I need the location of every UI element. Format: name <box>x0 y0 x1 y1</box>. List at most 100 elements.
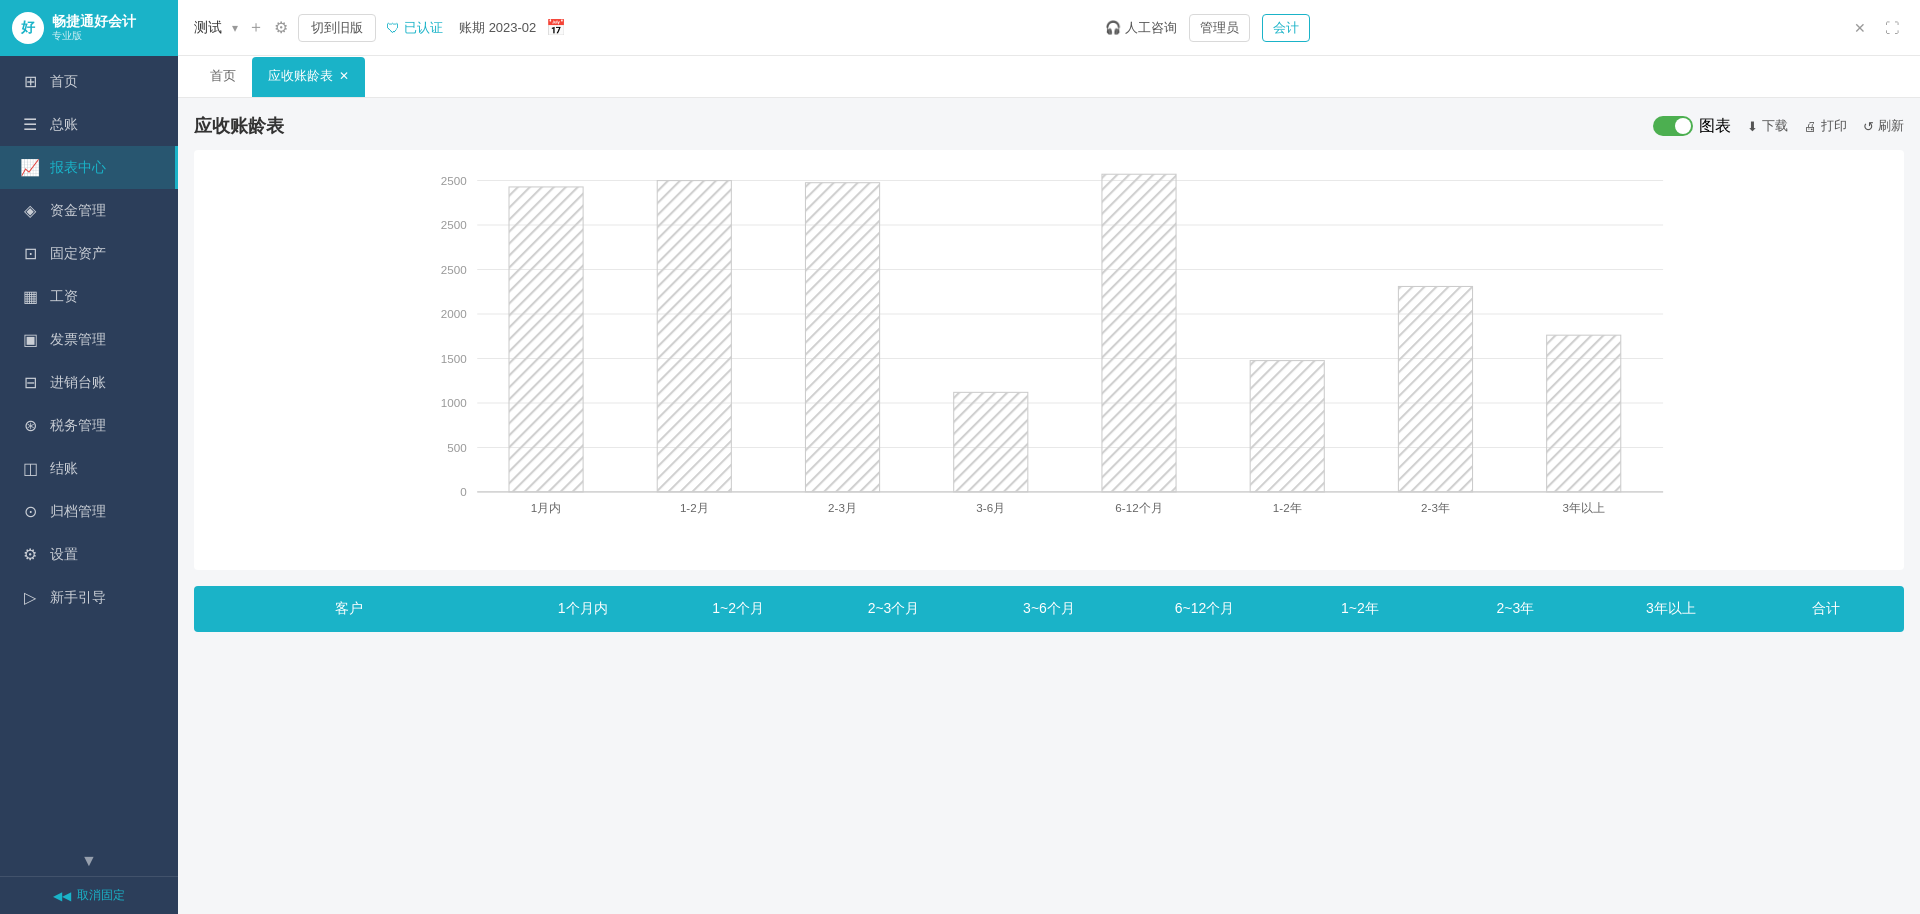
window-controls: ✕ ⛶ <box>1848 16 1904 40</box>
archive-icon: ⊙ <box>20 502 40 521</box>
table-container: 客户 1个月内 1~2个月 2~3个月 3~6个月 6~12个月 1~2年 2~… <box>194 586 1904 632</box>
page-header: 应收账龄表 图表 ⬇ 下载 🖨 打印 ↺ 刷新 <box>194 114 1904 138</box>
bar-2-3月 <box>805 183 879 492</box>
download-label: 下载 <box>1762 117 1788 135</box>
sidebar-item-report[interactable]: 📈 报表中心 <box>0 146 178 189</box>
pin-label: 取消固定 <box>77 887 125 904</box>
app-name: 畅捷通好会计 <box>52 13 136 30</box>
tab-bar: 首页 应收账龄表 ✕ <box>178 56 1920 98</box>
tab-home[interactable]: 首页 <box>194 57 252 97</box>
svg-text:2500: 2500 <box>441 263 467 276</box>
sidebar-nav: ⊞ 首页 ☰ 总账 📈 报表中心 ◈ 资金管理 ⊡ 固定资产 ▦ 工资 ▣ 发票… <box>0 56 178 846</box>
col-header-client: 客户 <box>194 586 505 632</box>
svg-text:1-2月: 1-2月 <box>680 501 709 514</box>
sidebar-item-invoice[interactable]: ▣ 发票管理 <box>0 318 178 361</box>
app-edition: 专业版 <box>52 29 136 43</box>
sidebar-label-funds: 资金管理 <box>50 202 106 220</box>
print-label: 打印 <box>1821 117 1847 135</box>
maximize-window-button[interactable]: ⛶ <box>1880 16 1904 40</box>
certified-badge: 🛡 已认证 <box>386 19 443 37</box>
consult-button[interactable]: 🎧 人工咨询 <box>1105 19 1177 37</box>
report-icon: 📈 <box>20 158 40 177</box>
svg-text:3年以上: 3年以上 <box>1562 501 1604 514</box>
col-header-3y-plus: 3年以上 <box>1593 586 1748 632</box>
tax-icon: ⊛ <box>20 416 40 435</box>
col-header-2-3y: 2~3年 <box>1438 586 1593 632</box>
chart-toggle-label: 图表 <box>1699 116 1731 137</box>
main-area: 测试 ▾ ＋ ⚙ 切到旧版 🛡 已认证 账期 2023-02 📅 🎧 人工咨询 … <box>178 0 1920 914</box>
settings-icon: ⚙ <box>20 545 40 564</box>
svg-text:2500: 2500 <box>441 218 467 231</box>
sidebar-label-assets: 固定资产 <box>50 245 106 263</box>
sidebar-item-funds[interactable]: ◈ 资金管理 <box>0 189 178 232</box>
svg-text:6-12个月: 6-12个月 <box>1115 501 1162 514</box>
svg-text:1500: 1500 <box>441 352 467 365</box>
svg-text:3-6月: 3-6月 <box>976 501 1005 514</box>
col-header-2-3m: 2~3个月 <box>816 586 971 632</box>
certified-text: 已认证 <box>404 19 443 37</box>
sales-icon: ⊟ <box>20 373 40 392</box>
svg-text:0: 0 <box>460 485 467 498</box>
sidebar-item-ledger[interactable]: ☰ 总账 <box>0 103 178 146</box>
bar-3年以上 <box>1547 335 1621 492</box>
headset-icon: 🎧 <box>1105 20 1121 35</box>
sidebar-label-home: 首页 <box>50 73 78 91</box>
shield-icon: 🛡 <box>386 20 400 36</box>
page-actions: 图表 ⬇ 下载 🖨 打印 ↺ 刷新 <box>1653 116 1904 137</box>
sidebar-item-assets[interactable]: ⊡ 固定资产 <box>0 232 178 275</box>
workspace-title: 测试 <box>194 19 222 37</box>
topbar: 测试 ▾ ＋ ⚙ 切到旧版 🛡 已认证 账期 2023-02 📅 🎧 人工咨询 … <box>178 0 1920 56</box>
print-icon: 🖨 <box>1804 119 1817 134</box>
tab-aging-label: 应收账龄表 <box>268 67 333 85</box>
bar-1月内 <box>509 187 583 492</box>
svg-text:2-3年: 2-3年 <box>1421 501 1450 514</box>
assets-icon: ⊡ <box>20 244 40 263</box>
add-workspace-icon[interactable]: ＋ <box>248 17 264 38</box>
close-window-button[interactable]: ✕ <box>1848 16 1872 40</box>
consult-label: 人工咨询 <box>1125 19 1177 37</box>
home-icon: ⊞ <box>20 72 40 91</box>
bar-chart: 2500 2500 2500 2000 1500 1000 500 0 1月内 <box>224 170 1874 530</box>
bar-2-3年 <box>1398 286 1472 491</box>
sidebar-label-sales: 进销台账 <box>50 374 106 392</box>
sidebar-item-home[interactable]: ⊞ 首页 <box>0 60 178 103</box>
switch-old-version-button[interactable]: 切到旧版 <box>298 14 376 42</box>
funds-icon: ◈ <box>20 201 40 220</box>
chart-toggle[interactable] <box>1653 116 1693 136</box>
col-header-6-12m: 6~12个月 <box>1127 586 1282 632</box>
scroll-down-btn[interactable]: ▼ <box>0 846 178 876</box>
role-button[interactable]: 会计 <box>1262 14 1310 42</box>
period-label: 账期 2023-02 <box>459 19 536 37</box>
sidebar-label-settings: 设置 <box>50 546 78 564</box>
tab-close-icon[interactable]: ✕ <box>339 69 349 83</box>
settings-gear-icon[interactable]: ⚙ <box>274 18 288 37</box>
sidebar-label-salary: 工资 <box>50 288 78 306</box>
print-button[interactable]: 🖨 打印 <box>1804 117 1847 135</box>
calendar-icon[interactable]: 📅 <box>546 18 566 37</box>
manager-button[interactable]: 管理员 <box>1189 14 1250 42</box>
sidebar-item-archive[interactable]: ⊙ 归档管理 <box>0 490 178 533</box>
workspace-chevron-icon[interactable]: ▾ <box>232 21 238 35</box>
tab-home-label: 首页 <box>210 68 236 83</box>
sidebar-item-guide[interactable]: ▷ 新手引导 <box>0 576 178 619</box>
sidebar-label-ledger: 总账 <box>50 116 78 134</box>
svg-text:1000: 1000 <box>441 396 467 409</box>
unpin-button[interactable]: ◀◀ 取消固定 <box>0 876 178 914</box>
sidebar-item-sales[interactable]: ⊟ 进销台账 <box>0 361 178 404</box>
sidebar-label-invoice: 发票管理 <box>50 331 106 349</box>
download-button[interactable]: ⬇ 下载 <box>1747 117 1788 135</box>
tab-aging[interactable]: 应收账龄表 ✕ <box>252 57 365 97</box>
page-title: 应收账龄表 <box>194 114 284 138</box>
salary-icon: ▦ <box>20 287 40 306</box>
sidebar-item-tax[interactable]: ⊛ 税务管理 <box>0 404 178 447</box>
refresh-button[interactable]: ↺ 刷新 <box>1863 117 1904 135</box>
sidebar-item-salary[interactable]: ▦ 工资 <box>0 275 178 318</box>
col-header-total: 合计 <box>1749 586 1904 632</box>
app-logo: 好 畅捷通好会计 专业版 <box>0 0 178 56</box>
col-header-1-2y: 1~2年 <box>1282 586 1437 632</box>
topbar-right: 🎧 人工咨询 管理员 会计 <box>1105 14 1310 42</box>
sidebar-item-settings[interactable]: ⚙ 设置 <box>0 533 178 576</box>
sidebar-item-closing[interactable]: ◫ 结账 <box>0 447 178 490</box>
bar-1-2年 <box>1250 361 1324 492</box>
svg-text:500: 500 <box>447 441 467 454</box>
